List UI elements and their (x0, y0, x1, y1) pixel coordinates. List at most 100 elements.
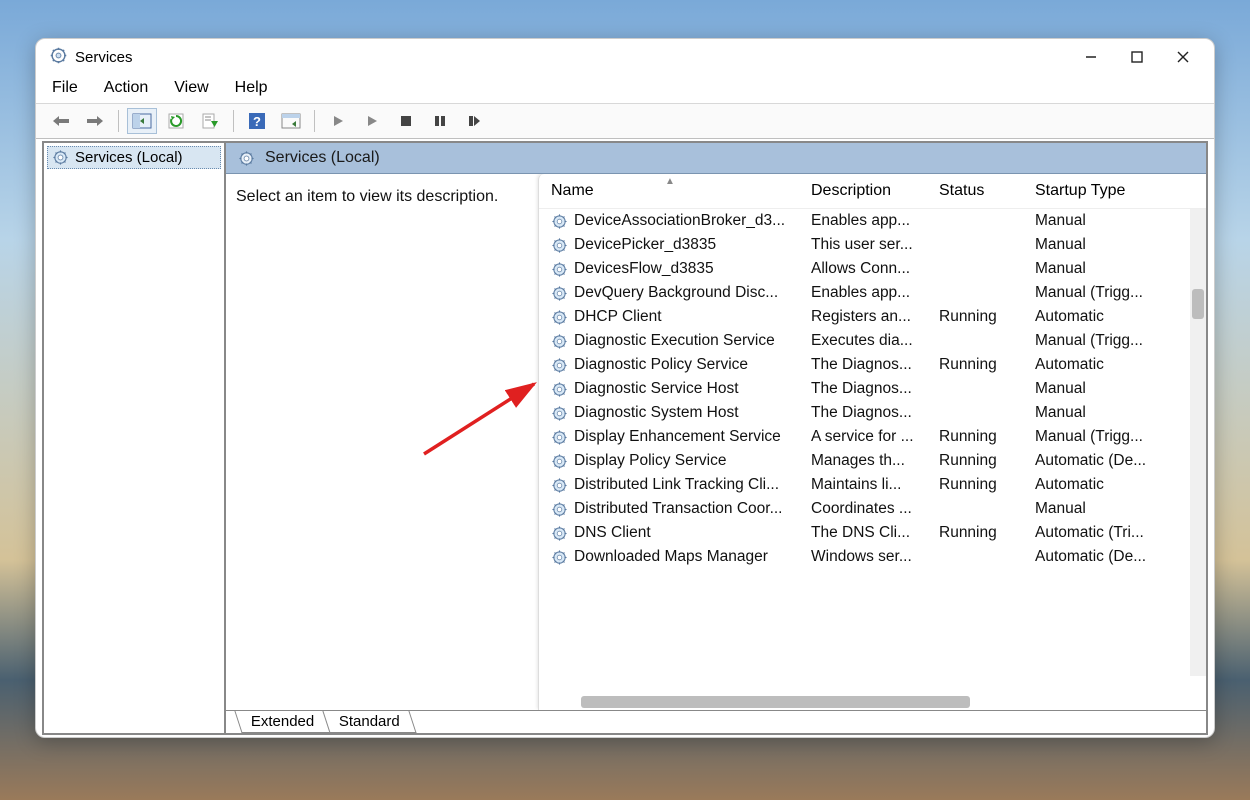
minimize-button[interactable] (1068, 41, 1114, 73)
service-row[interactable]: DNS ClientThe DNS Cli...RunningAutomatic… (539, 521, 1206, 545)
gear-icon (551, 357, 568, 374)
gear-icon (551, 213, 568, 230)
service-row[interactable]: Diagnostic Service Host The Diagnos... Man… (539, 377, 1206, 401)
service-status: Running (939, 476, 997, 493)
stop-service-button[interactable] (391, 108, 421, 134)
service-description: Maintains li... (811, 476, 901, 493)
gear-icon (238, 150, 255, 167)
gear-icon (551, 525, 568, 542)
service-row[interactable]: Diagnostic System HostThe Diagnos...Manu… (539, 401, 1206, 425)
column-header-name[interactable]: ▲ Name (545, 182, 805, 200)
service-startup-type: Manual (1035, 260, 1086, 277)
service-row[interactable]: Diagnostic Policy Service The Diagnos... R… (539, 353, 1206, 377)
titlebar: Services (36, 39, 1214, 75)
service-name: DevicePicker_d3835 (574, 236, 716, 254)
service-description: Coordinates ... (811, 500, 912, 517)
service-description: Enables app... (811, 212, 910, 229)
vertical-scroll-thumb[interactable] (1192, 289, 1204, 319)
column-header-description[interactable]: Description (805, 182, 933, 200)
restart-service-button[interactable] (459, 108, 489, 134)
service-description: Registers an... (811, 308, 911, 325)
gear-icon (551, 429, 568, 446)
refresh-button[interactable] (161, 108, 191, 134)
tree-item-services-local[interactable]: Services (Local) (47, 146, 221, 169)
service-description: Executes dia... (811, 332, 913, 349)
tab-standard[interactable]: Standard (323, 711, 417, 733)
menu-action[interactable]: Action (104, 79, 148, 97)
list-column-headers: ▲ Name Description Status Startup Type (539, 174, 1206, 209)
service-startup-type: Automatic (De... (1035, 548, 1146, 565)
service-row[interactable]: Diagnostic Execution ServiceExecutes dia… (539, 329, 1206, 353)
annotation-arrow (416, 374, 546, 464)
service-description: Allows Conn... (811, 260, 910, 277)
service-row[interactable]: DevicePicker_d3835This user ser...Manual (539, 233, 1206, 257)
service-row[interactable]: DevicesFlow_d3835Allows Conn...Manual (539, 257, 1206, 281)
service-row[interactable]: DevQuery Background Disc... Enables app..… (539, 281, 1206, 305)
service-startup-type: Automatic (De... (1035, 452, 1146, 469)
service-name: DevQuery Background Disc... (574, 284, 778, 302)
horizontal-scrollbar[interactable] (539, 694, 1206, 710)
start-service-button[interactable] (323, 108, 353, 134)
help-button[interactable]: ? (242, 108, 272, 134)
service-startup-type: Manual (1035, 380, 1086, 397)
menu-view[interactable]: View (174, 79, 208, 97)
service-status: Running (939, 356, 997, 373)
sort-indicator-icon: ▲ (665, 176, 675, 187)
show-hide-tree-button[interactable] (127, 108, 157, 134)
forward-button[interactable] (80, 108, 110, 134)
service-startup-type: Manual (1035, 404, 1086, 421)
service-name: Display Enhancement Service (574, 428, 781, 446)
service-startup-type: Manual (Trigg... (1035, 284, 1143, 301)
service-description: Enables app... (811, 284, 910, 301)
vertical-scrollbar[interactable] (1190, 209, 1206, 676)
service-row[interactable]: Distributed Transaction Coor... Coordinat… (539, 497, 1206, 521)
service-name: DNS Client (574, 524, 651, 542)
service-row[interactable]: Display Enhancement ServiceA service for… (539, 425, 1206, 449)
service-row[interactable]: Downloaded Maps ManagerWindows ser...Aut… (539, 545, 1206, 569)
tab-extended[interactable]: Extended (234, 711, 331, 733)
column-header-startup[interactable]: Startup Type (1029, 182, 1159, 200)
list-body[interactable]: DeviceAssociationBroker_d3...Enables app… (539, 209, 1206, 694)
properties-button[interactable] (276, 108, 306, 134)
service-description: The Diagnos... (811, 356, 912, 373)
service-description: The Diagnos... (811, 380, 912, 397)
service-name: Diagnostic Policy Service (574, 356, 748, 374)
gear-icon (551, 501, 568, 518)
close-button[interactable] (1160, 41, 1206, 73)
start-service-button-2[interactable] (357, 108, 387, 134)
column-header-status[interactable]: Status (933, 182, 1029, 200)
detail-header: Services (Local) (226, 143, 1206, 174)
service-row[interactable]: Distributed Link Tracking Cli...Maintain… (539, 473, 1206, 497)
service-row[interactable]: Display Policy ServiceManages th...Runni… (539, 449, 1206, 473)
gear-icon (52, 149, 69, 166)
service-status: Running (939, 452, 997, 469)
service-startup-type: Automatic (Tri... (1035, 524, 1144, 541)
pause-service-button[interactable] (425, 108, 455, 134)
service-row[interactable]: DeviceAssociationBroker_d3...Enables app… (539, 209, 1206, 233)
menu-file[interactable]: File (52, 79, 78, 97)
gear-icon (551, 309, 568, 326)
service-startup-type: Manual (Trigg... (1035, 332, 1143, 349)
service-status: Running (939, 524, 997, 541)
service-row[interactable]: DHCP ClientRegisters an...RunningAutomat… (539, 305, 1206, 329)
export-list-button[interactable] (195, 108, 225, 134)
svg-text:?: ? (253, 114, 261, 129)
services-app-icon (50, 47, 67, 67)
service-name: Distributed Transaction Coor... (574, 500, 783, 518)
window-title: Services (75, 49, 133, 66)
gear-icon (551, 381, 568, 398)
back-button[interactable] (46, 108, 76, 134)
service-status: Running (939, 428, 997, 445)
service-startup-type: Manual (1035, 212, 1086, 229)
horizontal-scroll-thumb[interactable] (581, 696, 969, 708)
tree-pane: Services (Local) (44, 143, 226, 733)
service-startup-type: Manual (Trigg... (1035, 428, 1143, 445)
service-name: Diagnostic Service Host (574, 380, 739, 398)
detail-pane: Services (Local) Select an item to view … (226, 143, 1206, 733)
service-list: ▲ Name Description Status Startup Type D… (538, 174, 1206, 710)
maximize-button[interactable] (1114, 41, 1160, 73)
service-startup-type: Automatic (1035, 308, 1104, 325)
service-name: DHCP Client (574, 308, 662, 326)
service-startup-type: Manual (1035, 236, 1086, 253)
menu-help[interactable]: Help (235, 79, 268, 97)
